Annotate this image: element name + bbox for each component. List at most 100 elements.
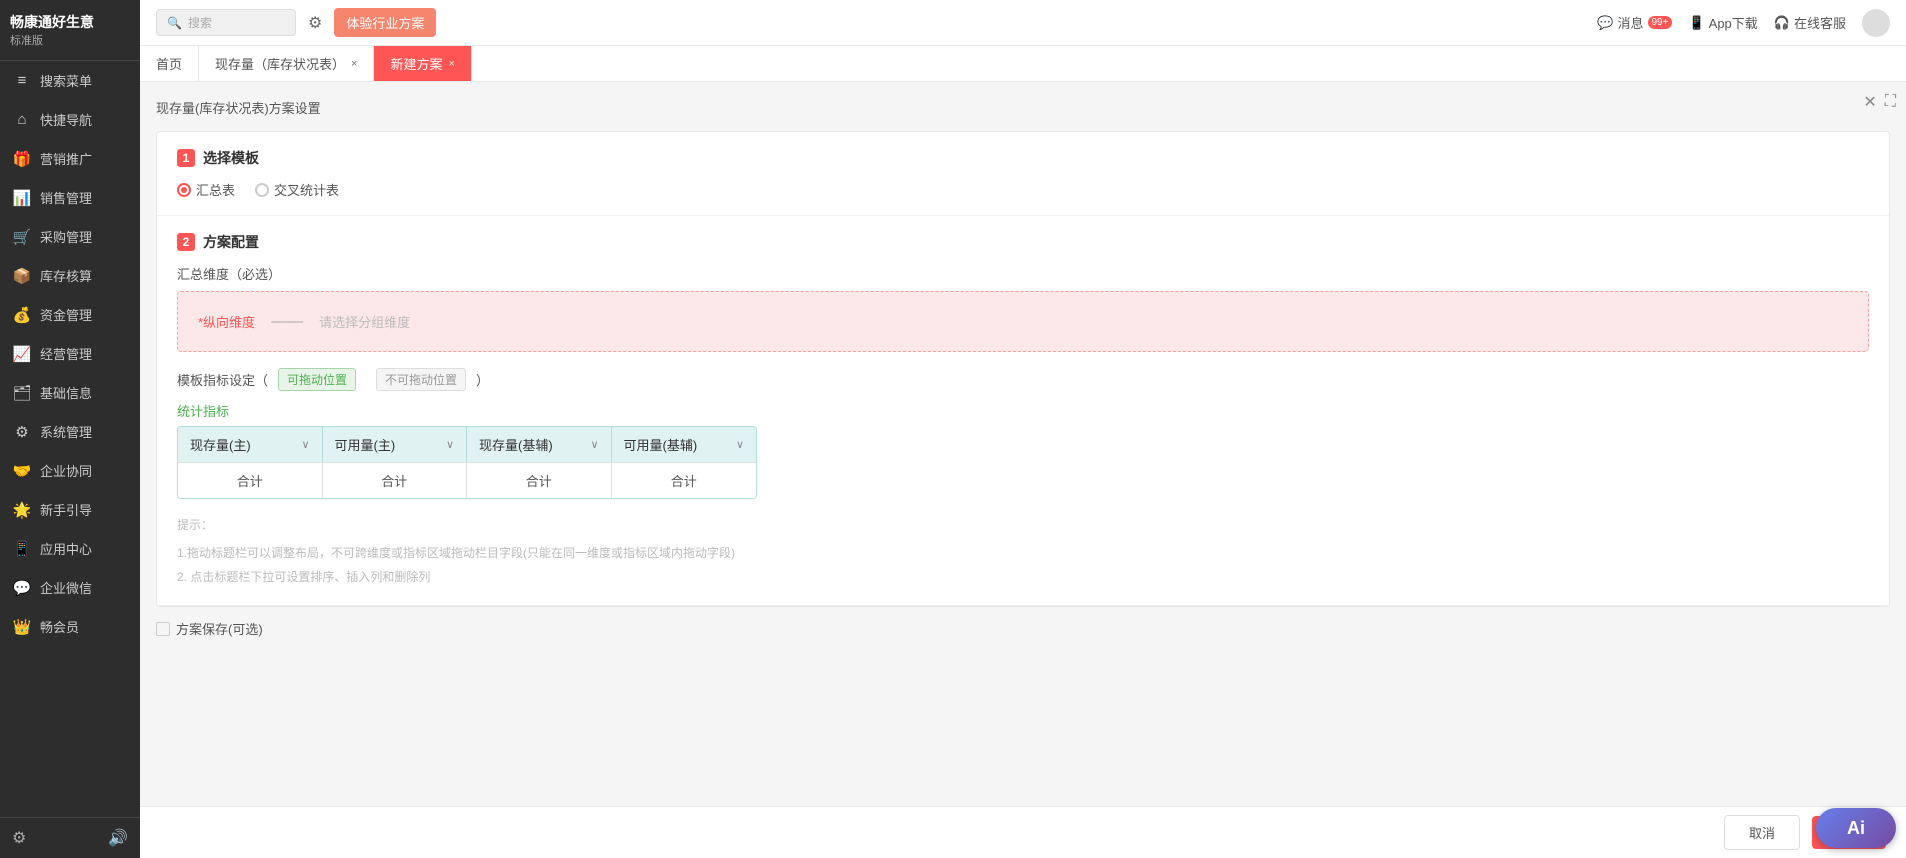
- stats-header-3[interactable]: 可用量(基辅)∨: [612, 427, 757, 462]
- sidebar-label-5: 库存核算: [40, 266, 92, 285]
- sidebar-item-2[interactable]: 🎁营销推广: [0, 139, 140, 178]
- sidebar-label-12: 应用中心: [40, 539, 92, 558]
- app-download-item[interactable]: 📱 App下载: [1688, 13, 1757, 32]
- tab-new-scheme[interactable]: 新建方案 ×: [374, 46, 471, 81]
- sidebar-item-8[interactable]: 🗂基础信息: [0, 373, 140, 412]
- dimension-label: 汇总维度（必选）: [177, 264, 1869, 283]
- tip-1-text: 1.拖动标题栏可以调整布局，不可跨维度或指标区域拖动栏目字段(只能在同一维度或指…: [177, 541, 735, 565]
- tip-2-text: 2. 点击标题栏下拉可设置排序、插入列和删除列: [177, 565, 430, 589]
- message-icon: 💬: [1597, 15, 1613, 31]
- sidebar-item-3[interactable]: 📊销售管理: [0, 178, 140, 217]
- stats-header-1[interactable]: 可用量(主)∨: [323, 427, 468, 462]
- tab-inventory-label: 现存量（库存状况表）: [215, 54, 345, 73]
- user-avatar[interactable]: [1862, 9, 1890, 37]
- sidebar-icon-0: ≡: [12, 72, 32, 89]
- sidebar-item-6[interactable]: 💰资金管理: [0, 295, 140, 334]
- sidebar: 畅康通好生意 标准版 ≡搜索菜单⌂快捷导航🎁营销推广📊销售管理🛒采购管理📦库存核…: [0, 0, 140, 858]
- bottom-bar: 取消 查询: [140, 806, 1906, 858]
- sidebar-footer: ⚙ 🔊: [0, 817, 140, 858]
- settings-card: 1 选择模板 汇总表 交叉统计表 2: [156, 131, 1890, 607]
- page-title: 现存量(库存状况表)方案设置: [156, 101, 321, 116]
- close-button[interactable]: ✕: [1863, 92, 1876, 112]
- stats-table: 现存量(主)∨可用量(主)∨现存量(基辅)∨可用量(基辅)∨ 合计合计合计合计: [177, 426, 757, 499]
- stats-header-label-2: 现存量(基辅): [479, 435, 553, 454]
- stats-header-0[interactable]: 现存量(主)∨: [178, 427, 323, 462]
- tab-new-scheme-close[interactable]: ×: [448, 58, 454, 70]
- sidebar-item-1[interactable]: ⌂快捷导航: [0, 100, 140, 139]
- sidebar-item-10[interactable]: 🤝企业协同: [0, 451, 140, 490]
- section2-label: 方案配置: [203, 232, 259, 252]
- sidebar-item-7[interactable]: 📈经营管理: [0, 334, 140, 373]
- stats-cell-2: 合计: [467, 462, 612, 498]
- ai-bubble[interactable]: Ai: [1816, 808, 1896, 848]
- cancel-button[interactable]: 取消: [1724, 815, 1800, 850]
- gear-button[interactable]: ⚙: [308, 13, 322, 33]
- chevron-icon-1: ∨: [446, 438, 454, 451]
- customer-service-item[interactable]: 🎧 在线客服: [1774, 13, 1846, 32]
- sidebar-item-4[interactable]: 🛒采购管理: [0, 217, 140, 256]
- content-area: ✕ ⛶ 现存量(库存状况表)方案设置 1 选择模板 汇总表: [140, 82, 1906, 806]
- panel-close-buttons: ✕ ⛶: [1863, 92, 1896, 112]
- sidebar-item-14[interactable]: 👑畅会员: [0, 607, 140, 646]
- indicator-suffix: ）: [476, 370, 489, 389]
- sidebar-icon-1: ⌂: [12, 111, 32, 128]
- stats-header-2[interactable]: 现存量(基辅)∨: [467, 427, 612, 462]
- sidebar-item-0[interactable]: ≡ 搜索菜单: [0, 61, 140, 100]
- radio-cross-table[interactable]: 交叉统计表: [255, 180, 339, 199]
- expand-button[interactable]: ⛶: [1885, 92, 1896, 112]
- sidebar-item-5[interactable]: 📦库存核算: [0, 256, 140, 295]
- stats-title: 统计指标: [177, 401, 1869, 420]
- radio-summary-label: 汇总表: [196, 180, 235, 199]
- ai-label: Ai: [1847, 818, 1865, 839]
- save-option: 方案保存(可选): [156, 619, 1890, 638]
- sidebar-item-12[interactable]: 📱应用中心: [0, 529, 140, 568]
- tab-inventory[interactable]: 现存量（库存状况表） ×: [199, 46, 374, 81]
- stats-table-body: 合计合计合计合计: [178, 462, 756, 498]
- tag-unmovable: 不可拖动位置: [376, 368, 466, 391]
- message-badge-item[interactable]: 💬 消息 99+: [1597, 13, 1672, 32]
- sidebar-icon-7: 📈: [12, 345, 32, 363]
- search-bar[interactable]: 🔍 搜索: [156, 9, 296, 36]
- message-label: 消息: [1617, 13, 1643, 32]
- sidebar-icon-13: 💬: [12, 579, 32, 597]
- sidebar-label-0: 搜索菜单: [40, 71, 92, 90]
- sidebar-label-13: 企业微信: [40, 578, 92, 597]
- save-checkbox[interactable]: [156, 622, 170, 636]
- section2-num: 2: [177, 233, 195, 251]
- sidebar-label-8: 基础信息: [40, 383, 92, 402]
- sidebar-label-3: 销售管理: [40, 188, 92, 207]
- sidebar-icon-11: 🌟: [12, 501, 32, 519]
- app-name: 畅康通好生意: [10, 12, 130, 32]
- dimension-arrow: ——: [271, 313, 303, 331]
- section2-title: 2 方案配置: [177, 232, 1869, 252]
- search-icon: 🔍: [167, 16, 182, 30]
- dimension-box[interactable]: *纵向维度 —— 请选择分组维度: [177, 291, 1869, 352]
- sidebar-label-6: 资金管理: [40, 305, 92, 324]
- app-download-label: App下载: [1709, 13, 1758, 32]
- tab-home-label: 首页: [156, 54, 182, 73]
- indicator-setting-label: 模板指标设定（ 可拖动位置 不可拖动位置 ）: [177, 368, 1869, 391]
- tab-inventory-close[interactable]: ×: [351, 58, 357, 70]
- chevron-icon-0: ∨: [301, 438, 309, 451]
- sidebar-item-13[interactable]: 💬 企业微信: [0, 568, 140, 607]
- tab-home[interactable]: 首页: [140, 46, 199, 81]
- tabs-bar: 首页 现存量（库存状况表） × 新建方案 ×: [140, 46, 1906, 82]
- save-label: 方案保存(可选): [176, 619, 263, 638]
- sidebar-item-11[interactable]: 🌟新手引导: [0, 490, 140, 529]
- stats-cell-0: 合计: [178, 462, 323, 498]
- sidebar-item-9[interactable]: ⚙系统管理: [0, 412, 140, 451]
- tip-2: 2. 点击标题栏下拉可设置排序、插入列和删除列: [177, 565, 1869, 589]
- sidebar-label-9: 系统管理: [40, 422, 92, 441]
- tip-1: 1.拖动标题栏可以调整布局，不可跨维度或指标区域拖动栏目字段(只能在同一维度或指…: [177, 541, 1869, 565]
- radio-summary-table[interactable]: 汇总表: [177, 180, 235, 199]
- trial-button[interactable]: 体验行业方案: [334, 8, 436, 37]
- panel-header: 现存量(库存状况表)方案设置: [156, 98, 1890, 117]
- dimension-placeholder: 请选择分组维度: [319, 312, 410, 331]
- sidebar-icon-4: 🛒: [12, 228, 32, 246]
- speaker-icon[interactable]: 🔊: [108, 828, 128, 848]
- tag-movable: 可拖动位置: [278, 368, 356, 391]
- settings-icon[interactable]: ⚙: [12, 828, 26, 848]
- section-template: 1 选择模板 汇总表 交叉统计表: [157, 132, 1889, 216]
- stats-cell-3: 合计: [612, 462, 757, 498]
- tips-section: 提示： 1.拖动标题栏可以调整布局，不可跨维度或指标区域拖动栏目字段(只能在同一…: [177, 513, 1869, 589]
